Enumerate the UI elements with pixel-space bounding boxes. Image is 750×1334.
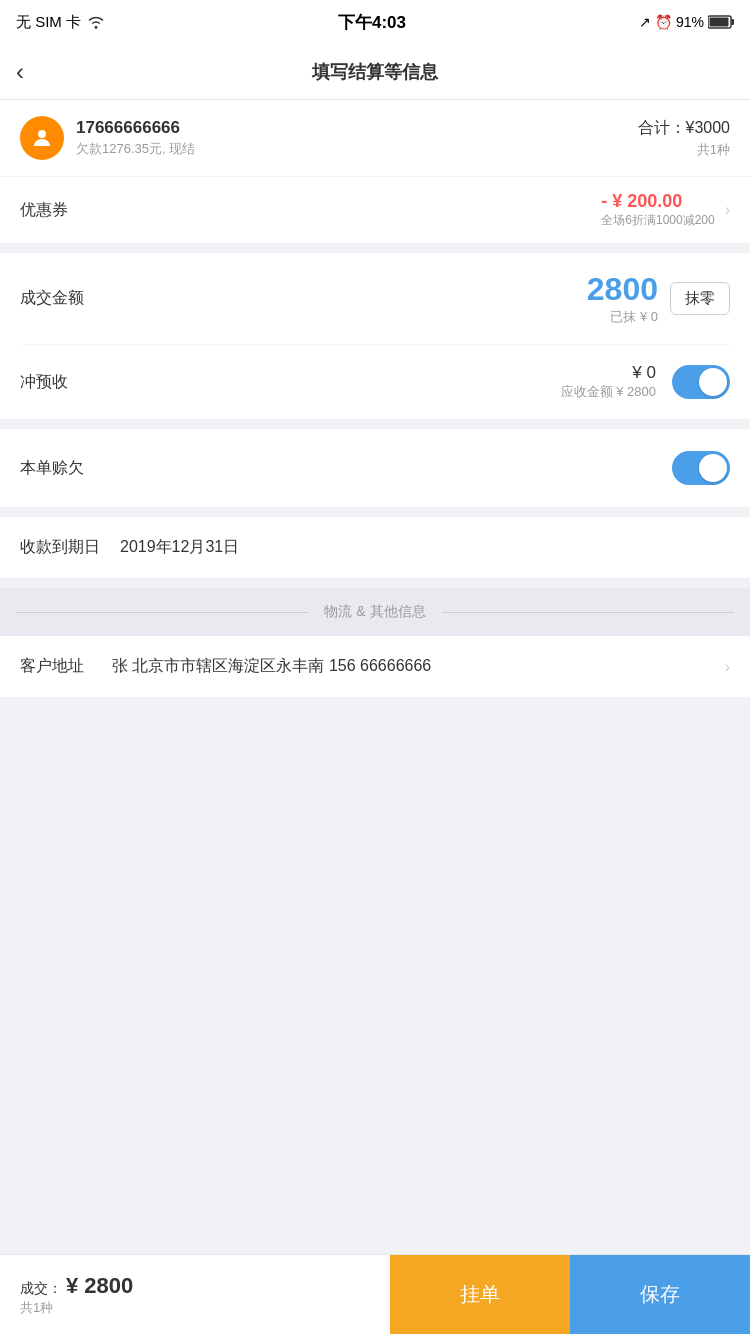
content-area: 17666666666 欠款1276.35元, 现结 合计：¥3000 共1种 … [0, 100, 750, 1007]
carrier-text: 无 SIM 卡 [16, 13, 81, 32]
round-button[interactable]: 抹零 [670, 282, 730, 315]
prepay-row: 冲预收 ¥ 0 应收金额 ¥ 2800 [20, 345, 730, 419]
bottom-deal-label: 成交： [20, 1280, 62, 1296]
total-amount: 合计：¥3000 [638, 118, 731, 139]
address-section: 客户地址 张 北京市市辖区海淀区永丰南 156 66666666 › [0, 636, 750, 697]
divider-line-left [16, 612, 308, 613]
address-chevron-icon: › [725, 658, 730, 676]
deal-amount-label: 成交金额 [20, 288, 84, 309]
coupon-amount: - ¥ 200.00 [601, 191, 714, 212]
customer-left: 17666666666 欠款1276.35元, 现结 [20, 116, 195, 160]
coupon-chevron-icon: › [725, 201, 730, 219]
location-icon: ↗ [639, 14, 651, 30]
coupon-right: - ¥ 200.00 全场6折满1000减200 › [601, 191, 730, 229]
duedate-value: 2019年12月31日 [120, 537, 239, 558]
customer-card: 17666666666 欠款1276.35元, 现结 合计：¥3000 共1种 … [0, 100, 750, 243]
duedate-row: 收款到期日 2019年12月31日 [20, 517, 730, 578]
customer-row: 17666666666 欠款1276.35元, 现结 合计：¥3000 共1种 [0, 100, 750, 176]
save-button[interactable]: 保存 [570, 1255, 750, 1335]
deal-amount-value: 2800 [587, 271, 658, 308]
alarm-icon: ⏰ [655, 14, 672, 30]
avatar [20, 116, 64, 160]
bottom-info: 成交： ¥ 2800 共1种 [0, 1273, 390, 1317]
svg-rect-2 [709, 18, 728, 27]
coupon-desc: 全场6折满1000减200 [601, 212, 714, 229]
prepay-right-area: ¥ 0 应收金额 ¥ 2800 [561, 363, 730, 401]
prepay-info: ¥ 0 应收金额 ¥ 2800 [561, 363, 656, 401]
duedate-label: 收款到期日 [20, 537, 100, 558]
prepay-amount-value: ¥ 0 [561, 363, 656, 383]
deal-amount-right: 2800 已抹 ¥ 0 抹零 [587, 271, 730, 326]
coupon-row[interactable]: 优惠券 - ¥ 200.00 全场6折满1000减200 › [0, 176, 750, 243]
bottom-total-row: 成交： ¥ 2800 [20, 1273, 370, 1299]
battery-icon [708, 15, 734, 29]
item-count: 共1种 [638, 141, 731, 159]
bottom-deal-amount: ¥ 2800 [66, 1273, 133, 1298]
back-button[interactable]: ‹ [16, 58, 24, 86]
customer-right: 合计：¥3000 共1种 [638, 118, 731, 159]
amount-section: 成交金额 2800 已抹 ¥ 0 抹零 冲预收 ¥ 0 应收金额 ¥ 2800 [0, 253, 750, 419]
bottom-bar: 成交： ¥ 2800 共1种 挂单 保存 [0, 1254, 750, 1334]
divider-text: 物流 & 其他信息 [324, 603, 425, 621]
deal-amount-row: 成交金额 2800 已抹 ¥ 0 抹零 [20, 253, 730, 345]
battery-text: 91% [676, 14, 704, 30]
status-bar: 无 SIM 卡 下午4:03 ↗ ⏰ 91% [0, 0, 750, 44]
content-spacer [0, 707, 750, 907]
bottom-count: 共1种 [20, 1299, 370, 1317]
prepay-receivable: 应收金额 ¥ 2800 [561, 383, 656, 401]
status-right: ↗ ⏰ 91% [639, 14, 734, 30]
status-time: 下午4:03 [338, 11, 406, 34]
debt-label: 本单赊欠 [20, 458, 84, 479]
nav-bar: ‹ 填写结算等信息 [0, 44, 750, 100]
status-left: 无 SIM 卡 [16, 13, 105, 32]
customer-phone: 17666666666 [76, 118, 195, 138]
address-label: 客户地址 [20, 656, 100, 677]
prepay-toggle[interactable] [672, 365, 730, 399]
address-value: 张 北京市市辖区海淀区永丰南 156 66666666 [100, 656, 721, 677]
debt-section: 本单赊欠 [0, 429, 750, 507]
coupon-label: 优惠券 [20, 200, 68, 221]
divider-section: 物流 & 其他信息 [0, 588, 750, 636]
debt-row: 本单赊欠 [20, 429, 730, 507]
page-title: 填写结算等信息 [312, 60, 438, 84]
deal-amount-sub: 已抹 ¥ 0 [587, 308, 658, 326]
pending-button[interactable]: 挂单 [390, 1255, 570, 1335]
address-row[interactable]: 客户地址 张 北京市市辖区海淀区永丰南 156 66666666 › [20, 636, 730, 697]
prepay-label: 冲预收 [20, 372, 68, 393]
customer-debt: 欠款1276.35元, 现结 [76, 140, 195, 158]
debt-toggle[interactable] [672, 451, 730, 485]
customer-info: 17666666666 欠款1276.35元, 现结 [76, 118, 195, 158]
duedate-section: 收款到期日 2019年12月31日 [0, 517, 750, 578]
divider-line-right [442, 612, 734, 613]
wifi-icon [87, 15, 105, 29]
svg-rect-1 [731, 19, 734, 25]
svg-point-3 [38, 130, 46, 138]
